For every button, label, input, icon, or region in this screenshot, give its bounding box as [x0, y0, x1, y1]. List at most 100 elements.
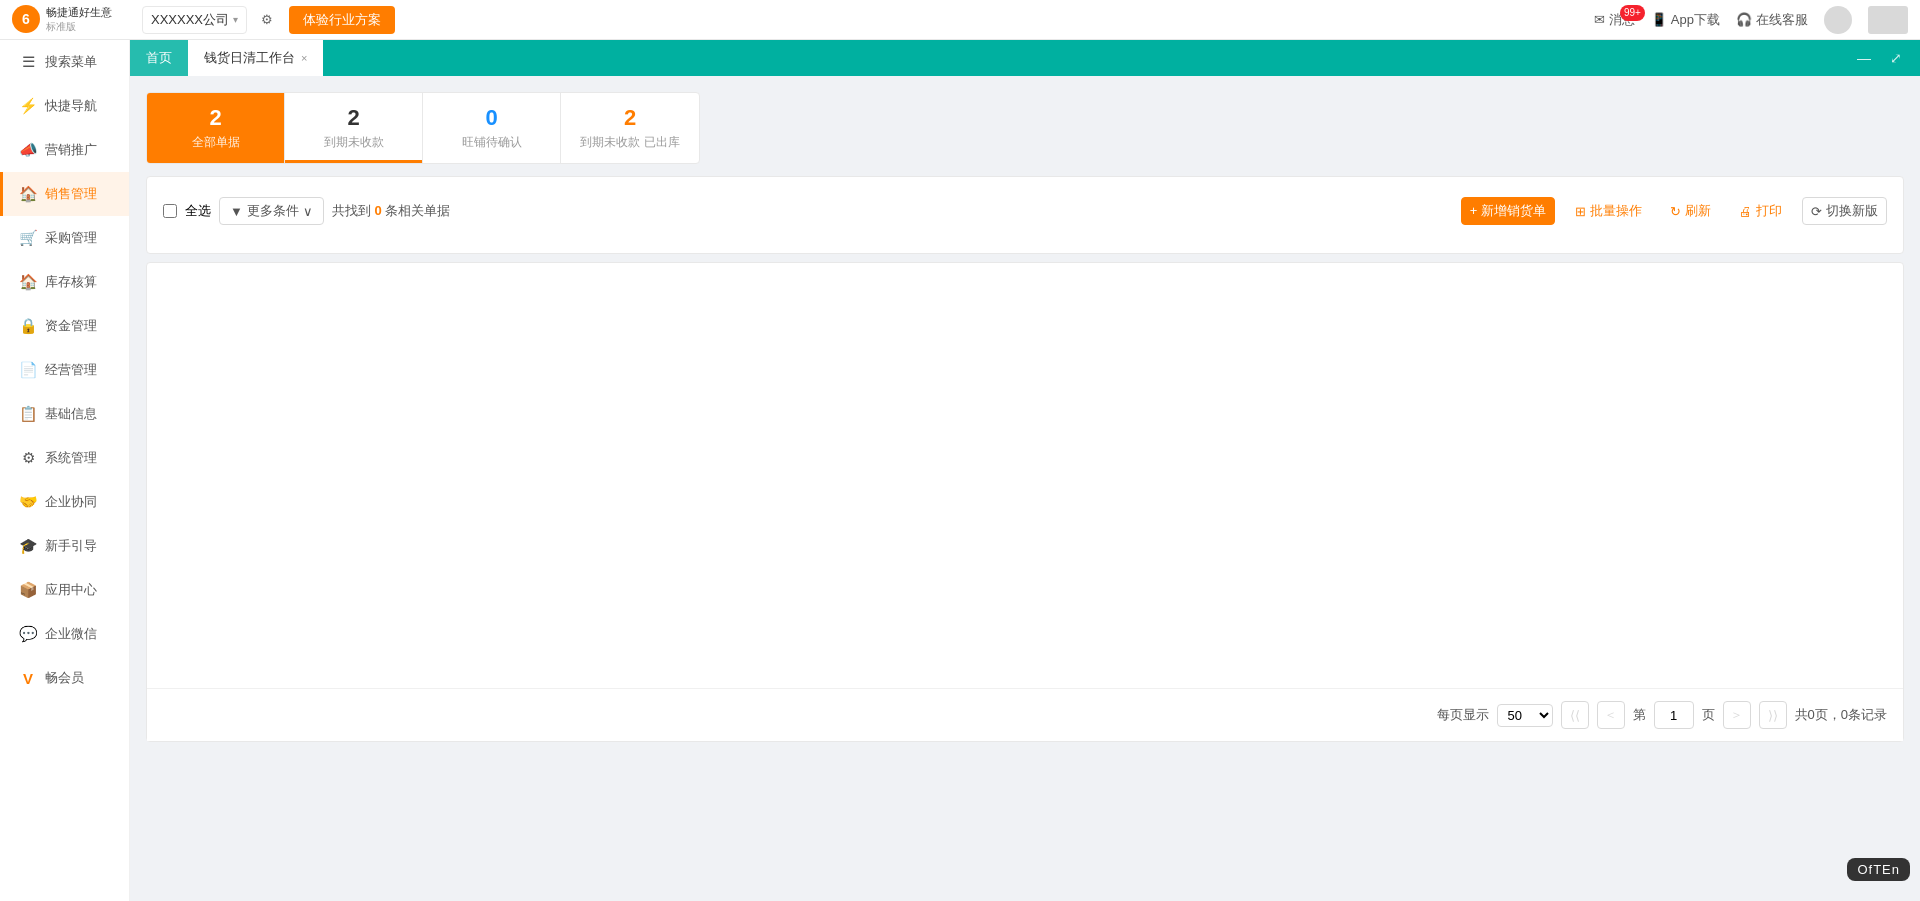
sidebar-label-finance: 资金管理 — [45, 317, 97, 335]
sidebar-item-member[interactable]: V 畅会员 — [0, 656, 129, 700]
page-size-select[interactable]: 10 20 50 100 — [1497, 704, 1553, 727]
stat-label-overdue: 到期未收款 — [324, 134, 384, 151]
print-icon: 🖨 — [1739, 204, 1752, 219]
service-icon: 🎧 — [1736, 12, 1752, 27]
batch-operation-button[interactable]: ⊞ 批量操作 — [1567, 198, 1650, 224]
prev-page-button[interactable]: ＜ — [1597, 701, 1625, 729]
tab-close-icon[interactable]: × — [301, 52, 307, 64]
sidebar-item-enterprise[interactable]: 🤝 企业协同 — [0, 480, 129, 524]
often-badge: OfTEn — [1847, 858, 1910, 881]
finance-icon: 🔒 — [19, 317, 37, 335]
app-center-icon: 📦 — [19, 581, 37, 599]
marketing-icon: 📣 — [19, 141, 37, 159]
basic-info-icon: 📋 — [19, 405, 37, 423]
first-page-button[interactable]: ⟨⟨ — [1561, 701, 1589, 729]
operations-icon: 📄 — [19, 361, 37, 379]
last-page-button[interactable]: ⟩⟩ — [1759, 701, 1787, 729]
current-page-input[interactable] — [1654, 701, 1694, 729]
select-all-label: 全选 — [185, 202, 211, 220]
experience-button[interactable]: 体验行业方案 — [289, 6, 395, 34]
sidebar-item-wechat[interactable]: 💬 企业微信 — [0, 612, 129, 656]
sidebar-item-inventory[interactable]: 🏠 库存核算 — [0, 260, 129, 304]
sidebar-label-basic-info: 基础信息 — [45, 405, 97, 423]
sidebar-label-wechat: 企业微信 — [45, 625, 97, 643]
stat-num-shipped: 2 — [624, 105, 636, 131]
logo-icon: 6 — [12, 5, 40, 33]
often-text: OfTEn — [1857, 862, 1900, 877]
online-service-item[interactable]: 🎧 在线客服 — [1736, 11, 1808, 29]
sidebar-item-sales[interactable]: 🏠 销售管理 — [0, 172, 129, 216]
system-icon: ⚙ — [19, 449, 37, 467]
toolbar: 全选 ▼ 更多条件 ∨ 共找到 0 条相关单据 + 新增销货单 ⊞ 批量操作 — [163, 187, 1887, 235]
sidebar-label-system: 系统管理 — [45, 449, 97, 467]
search-menu-icon: ☰ — [19, 53, 37, 71]
tab-home[interactable]: 首页 — [130, 40, 188, 76]
sidebar-item-app-center[interactable]: 📦 应用中心 — [0, 568, 129, 612]
select-all-checkbox[interactable] — [163, 204, 177, 218]
stat-num-overdue: 2 — [347, 105, 359, 131]
sidebar-label-quick-nav: 快捷导航 — [45, 97, 97, 115]
stat-card-overdue[interactable]: 2 到期未收款 — [285, 93, 423, 163]
stat-num-pending: 0 — [485, 105, 497, 131]
toolbar-left: 全选 ▼ 更多条件 ∨ 共找到 0 条相关单据 — [163, 197, 450, 225]
sidebar: ☰ 搜索菜单 ⚡ 快捷导航 📣 营销推广 🏠 销售管理 🛒 采购管理 🏠 库存核… — [0, 0, 130, 901]
app-version: 标准版 — [46, 20, 112, 34]
toolbar-container: 全选 ▼ 更多条件 ∨ 共找到 0 条相关单据 + 新增销货单 ⊞ 批量操作 — [146, 176, 1904, 254]
sidebar-item-operations[interactable]: 📄 经营管理 — [0, 348, 129, 392]
refresh-button[interactable]: ↻ 刷新 — [1662, 198, 1719, 224]
navtab-actions: — ⤢ — [1852, 46, 1920, 70]
sidebar-label-operations: 经营管理 — [45, 361, 97, 379]
message-badge: 99+ — [1620, 5, 1645, 21]
found-suffix: 条相关单据 — [385, 203, 450, 218]
sidebar-item-purchase[interactable]: 🛒 采购管理 — [0, 216, 129, 260]
table-empty-state — [147, 263, 1903, 688]
print-label: 打印 — [1756, 202, 1782, 220]
sidebar-item-system[interactable]: ⚙ 系统管理 — [0, 436, 129, 480]
settings-icon[interactable]: ⚙ — [253, 6, 281, 34]
sidebar-item-marketing[interactable]: 📣 营销推广 — [0, 128, 129, 172]
next-page-button[interactable]: ＞ — [1723, 701, 1751, 729]
sidebar-label-enterprise: 企业协同 — [45, 493, 97, 511]
stat-num-all: 2 — [209, 105, 221, 131]
add-sales-order-button[interactable]: + 新增销货单 — [1461, 197, 1555, 225]
stat-card-shipped[interactable]: 2 到期未收款 已出库 — [561, 93, 699, 163]
switch-version-button[interactable]: ⟳ 切换新版 — [1802, 197, 1887, 225]
company-selector[interactable]: XXXXXX公司 ▾ — [142, 6, 247, 34]
found-prefix: 共找到 — [332, 203, 371, 218]
sidebar-label-sales: 销售管理 — [45, 185, 97, 203]
sidebar-label-purchase: 采购管理 — [45, 229, 97, 247]
sidebar-item-basic-info[interactable]: 📋 基础信息 — [0, 392, 129, 436]
tab-minimize-icon[interactable]: — — [1852, 46, 1876, 70]
sidebar-item-guide[interactable]: 🎓 新手引导 — [0, 524, 129, 568]
sidebar-item-search-menu[interactable]: ☰ 搜索菜单 — [0, 40, 129, 84]
purchase-icon: 🛒 — [19, 229, 37, 247]
chevron-down-icon: ▾ — [233, 14, 238, 25]
tab-maximize-icon[interactable]: ⤢ — [1884, 46, 1908, 70]
app-download-item[interactable]: 📱 App下载 — [1651, 11, 1720, 29]
batch-label: 批量操作 — [1590, 202, 1642, 220]
stat-card-all[interactable]: 2 全部单据 — [147, 93, 285, 163]
more-filters-button[interactable]: ▼ 更多条件 ∨ — [219, 197, 324, 225]
message-item[interactable]: ✉ 消息 99+ — [1594, 11, 1635, 29]
total-info: 共0页，0条记录 — [1795, 706, 1887, 724]
filter-arrow-icon: ∨ — [303, 204, 313, 219]
avatar[interactable] — [1824, 6, 1852, 34]
print-button[interactable]: 🖨 打印 — [1731, 198, 1790, 224]
more-filters-label: 更多条件 — [247, 202, 299, 220]
app-download-label: App下载 — [1671, 11, 1720, 29]
app-logo: 6 畅捷通好生意 标准版 — [12, 5, 142, 33]
page-label-end: 页 — [1702, 706, 1715, 724]
sidebar-item-quick-nav[interactable]: ⚡ 快捷导航 — [0, 84, 129, 128]
filter-icon: ▼ — [230, 204, 243, 219]
sidebar-label-marketing: 营销推广 — [45, 141, 97, 159]
stat-cards: 2 全部单据 2 到期未收款 0 旺铺待确认 2 到期未收款 已出库 — [146, 92, 700, 164]
switch-label: 切换新版 — [1826, 202, 1878, 220]
stat-card-pending[interactable]: 0 旺铺待确认 — [423, 93, 561, 163]
sidebar-item-finance[interactable]: 🔒 资金管理 — [0, 304, 129, 348]
app-name: 畅捷通好生意 — [46, 5, 112, 19]
user-menu[interactable] — [1868, 6, 1908, 34]
sidebar-label-search-menu: 搜索菜单 — [45, 53, 97, 71]
quick-nav-icon: ⚡ — [19, 97, 37, 115]
message-icon: ✉ — [1594, 12, 1605, 27]
tab-active[interactable]: 钱货日清工作台 × — [188, 40, 323, 76]
